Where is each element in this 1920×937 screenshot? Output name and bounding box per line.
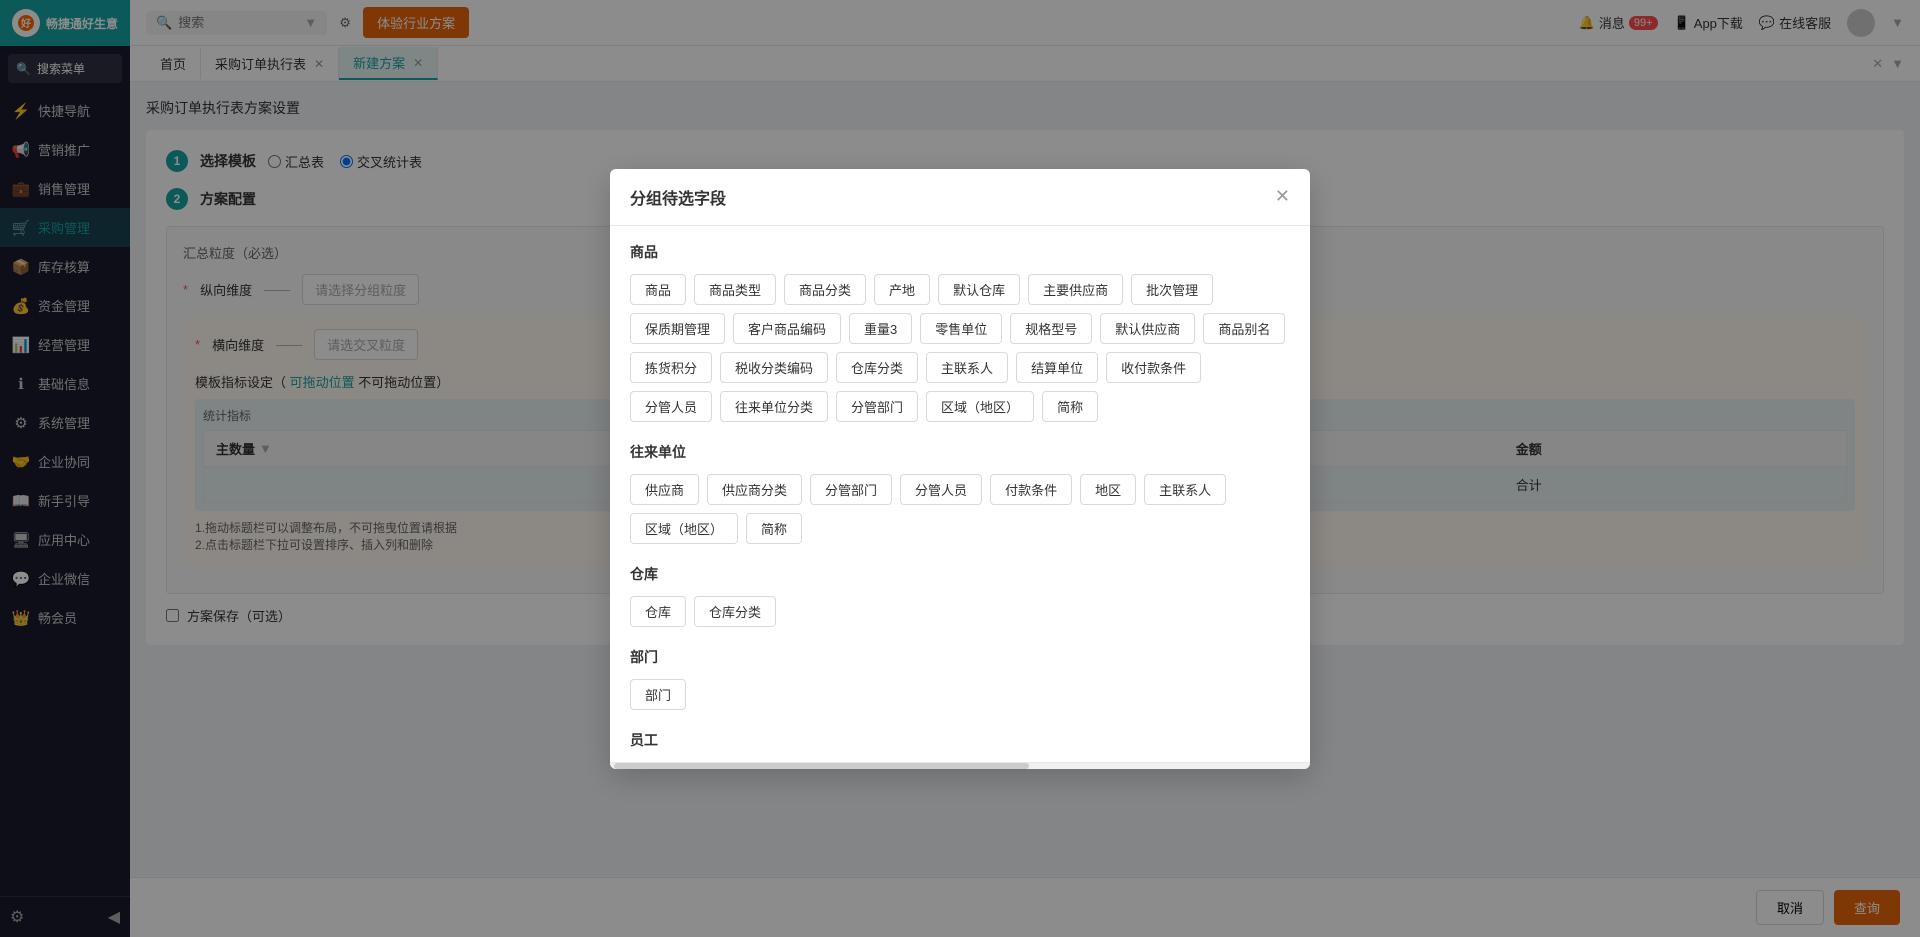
field-tag-2-1[interactable]: 仓库分类	[694, 596, 776, 627]
field-group-title-2: 仓库	[630, 564, 1290, 584]
field-group-title-4: 员工	[630, 730, 1290, 750]
field-group-title-3: 部门	[630, 647, 1290, 667]
modal-overlay: 分组待选字段 ✕ 商品商品商品类型商品分类产地默认仓库主要供应商批次管理保质期管…	[0, 0, 1920, 937]
modal-hscrollbar[interactable]	[610, 762, 1310, 769]
field-tag-1-0[interactable]: 供应商	[630, 474, 699, 505]
field-tag-2-0[interactable]: 仓库	[630, 596, 686, 627]
field-tags-1: 供应商供应商分类分管部门分管人员付款条件地区主联系人区域（地区） 简称	[630, 474, 1290, 544]
field-tag-0-5[interactable]: 主要供应商	[1028, 274, 1123, 305]
field-tag-0-1[interactable]: 商品类型	[694, 274, 776, 305]
field-tag-1-6[interactable]: 主联系人	[1144, 474, 1226, 505]
modal-body[interactable]: 商品商品商品类型商品分类产地默认仓库主要供应商批次管理保质期管理客户商品编码重量…	[610, 226, 1310, 762]
field-group-2: 仓库仓库仓库分类	[630, 564, 1290, 627]
field-tag-0-24[interactable]: 简称	[1042, 391, 1098, 422]
field-tag-1-1[interactable]: 供应商分类	[707, 474, 802, 505]
field-tag-0-11[interactable]: 规格型号	[1010, 313, 1092, 344]
field-tag-0-15[interactable]: 税收分类编码	[720, 352, 828, 383]
field-group-4: 员工业务员	[630, 730, 1290, 762]
field-tag-0-8[interactable]: 客户商品编码	[733, 313, 841, 344]
field-tag-0-22[interactable]: 分管部门	[836, 391, 918, 422]
field-tag-0-18[interactable]: 结算单位	[1016, 352, 1098, 383]
field-tag-1-8[interactable]: 简称	[746, 513, 802, 544]
field-tags-2: 仓库仓库分类	[630, 596, 1290, 627]
field-tag-1-4[interactable]: 付款条件	[990, 474, 1072, 505]
field-tag-0-7[interactable]: 保质期管理	[630, 313, 725, 344]
field-tag-0-19[interactable]: 收付款条件	[1106, 352, 1201, 383]
modal-close-button[interactable]: ✕	[1275, 186, 1290, 207]
field-group-1: 往来单位供应商供应商分类分管部门分管人员付款条件地区主联系人区域（地区） 简称	[630, 442, 1290, 544]
field-tag-0-14[interactable]: 拣货积分	[630, 352, 712, 383]
field-tag-1-2[interactable]: 分管部门	[810, 474, 892, 505]
field-group-title-1: 往来单位	[630, 442, 1290, 462]
field-tag-0-20[interactable]: 分管人员	[630, 391, 712, 422]
field-tags-0: 商品商品类型商品分类产地默认仓库主要供应商批次管理保质期管理客户商品编码重量3 零…	[630, 274, 1290, 422]
field-group-0: 商品商品商品类型商品分类产地默认仓库主要供应商批次管理保质期管理客户商品编码重量…	[630, 242, 1290, 422]
modal-header: 分组待选字段 ✕	[610, 169, 1310, 226]
field-group-3: 部门部门	[630, 647, 1290, 710]
field-tag-0-3[interactable]: 产地	[874, 274, 930, 305]
field-tag-0-0[interactable]: 商品	[630, 274, 686, 305]
field-tag-0-12[interactable]: 默认供应商	[1100, 313, 1195, 344]
field-tag-0-13[interactable]: 商品别名	[1203, 313, 1285, 344]
field-tags-3: 部门	[630, 679, 1290, 710]
field-tag-0-2[interactable]: 商品分类	[784, 274, 866, 305]
field-tag-3-0[interactable]: 部门	[630, 679, 686, 710]
field-tag-0-23[interactable]: 区域（地区）	[926, 391, 1034, 422]
field-tag-0-16[interactable]: 仓库分类	[836, 352, 918, 383]
modal-title: 分组待选字段	[630, 185, 726, 209]
field-tag-0-9[interactable]: 重量3	[849, 313, 912, 344]
field-tag-0-4[interactable]: 默认仓库	[938, 274, 1020, 305]
field-tag-1-3[interactable]: 分管人员	[900, 474, 982, 505]
field-tag-1-7[interactable]: 区域（地区）	[630, 513, 738, 544]
field-tag-0-17[interactable]: 主联系人	[926, 352, 1008, 383]
field-tag-0-6[interactable]: 批次管理	[1131, 274, 1213, 305]
hscroll-thumb	[614, 763, 1029, 769]
field-tag-0-10[interactable]: 零售单位	[920, 313, 1002, 344]
field-tag-1-5[interactable]: 地区	[1080, 474, 1136, 505]
field-group-title-0: 商品	[630, 242, 1290, 262]
modal: 分组待选字段 ✕ 商品商品商品类型商品分类产地默认仓库主要供应商批次管理保质期管…	[610, 169, 1310, 769]
field-tag-0-21[interactable]: 往来单位分类	[720, 391, 828, 422]
